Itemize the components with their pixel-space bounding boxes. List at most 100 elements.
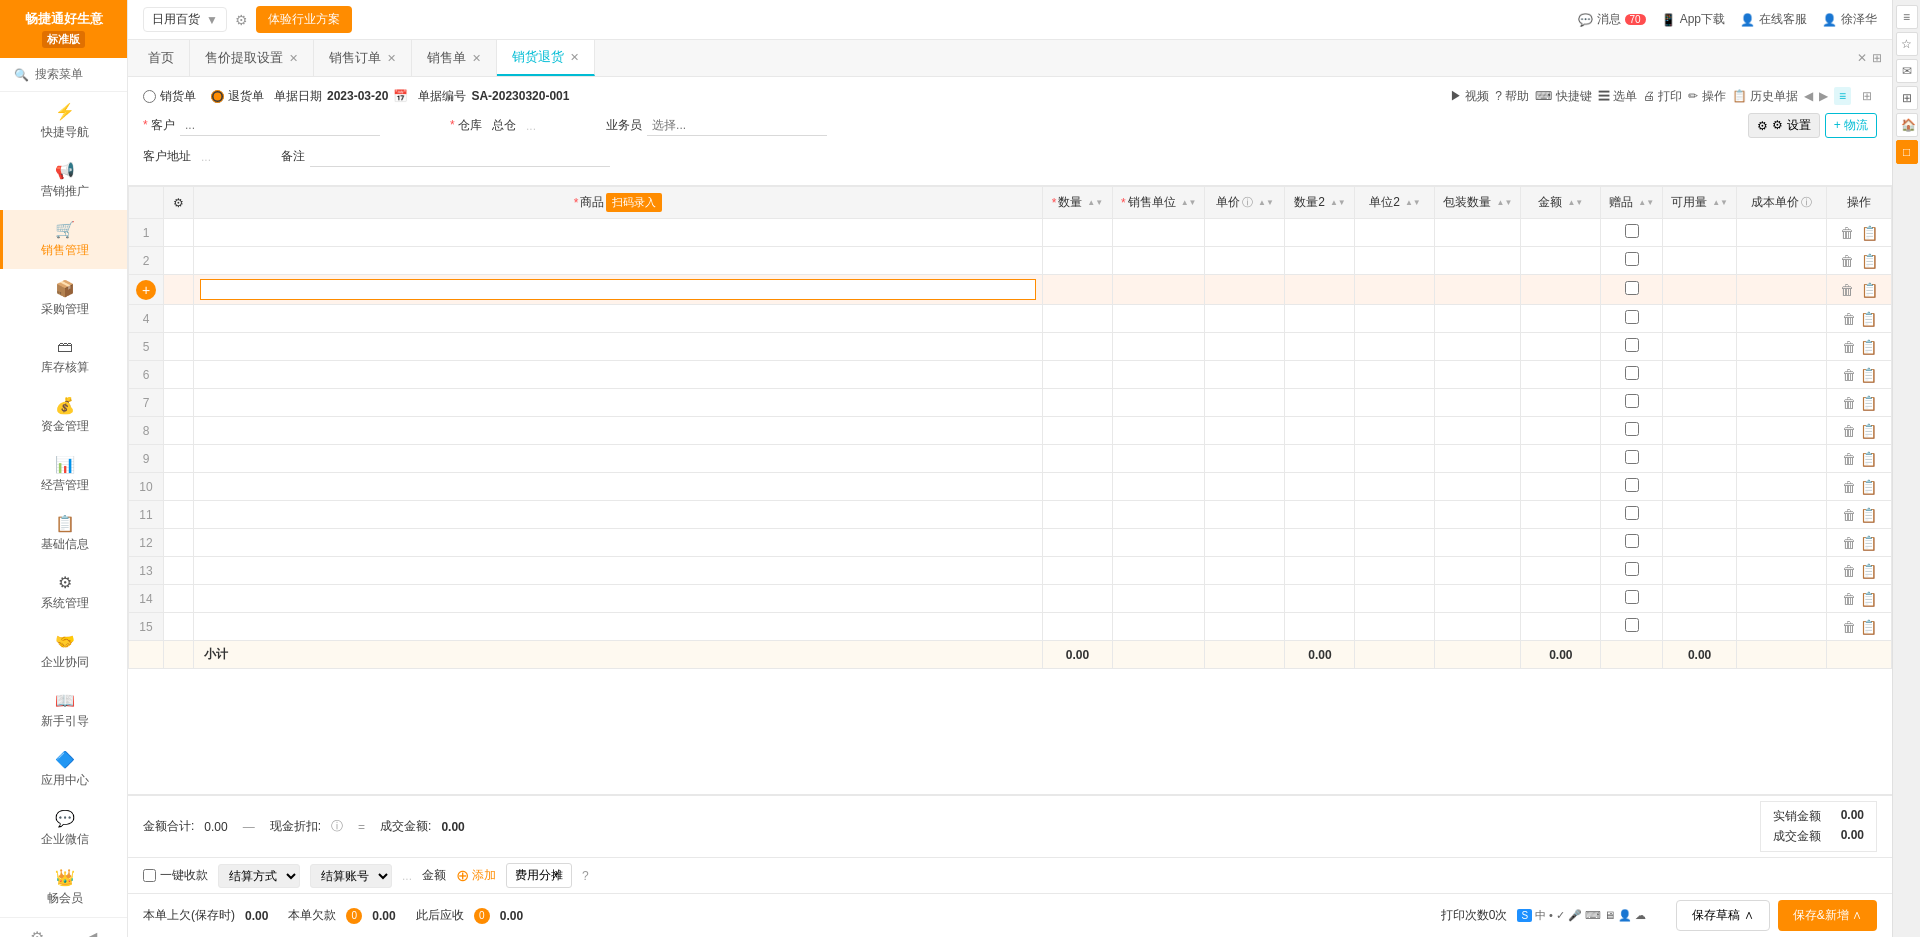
view-grid-icon[interactable]: ⊞ [1857, 87, 1877, 105]
unit2-sort[interactable]: ▲▼ [1405, 198, 1421, 207]
delete-icon[interactable]: 🗑 [1842, 591, 1856, 607]
delete-icon[interactable]: 🗑 [1840, 253, 1854, 269]
user-info[interactable]: 👤 徐泽华 [1822, 11, 1877, 28]
save-new-btn[interactable]: 保存&新增 ∧ [1778, 900, 1877, 931]
row-cost[interactable] [1737, 219, 1827, 247]
delete-icon[interactable]: 🗑 [1842, 367, 1856, 383]
help-toolbar-btn[interactable]: ? 帮助 [1495, 88, 1529, 105]
sidebar-item-system[interactable]: ⚙ 系统管理 [0, 563, 127, 622]
row-pack-qty[interactable] [1435, 275, 1521, 305]
discount-info-icon[interactable]: ⓘ [331, 818, 343, 835]
search-menu-item[interactable]: 🔍 搜索菜单 [0, 58, 127, 92]
right-panel-btn-4[interactable]: ⊞ [1896, 86, 1918, 110]
scan-input-btn[interactable]: 扫码录入 [606, 193, 662, 212]
tab-sales-order-close[interactable]: ✕ [387, 52, 396, 65]
copy-icon[interactable]: 📋 [1860, 535, 1877, 551]
copy-icon[interactable]: 📋 [1860, 367, 1877, 383]
row-qty2[interactable] [1285, 275, 1355, 305]
row-price[interactable] [1205, 275, 1285, 305]
right-panel-btn-1[interactable]: ≡ [1896, 5, 1918, 29]
header-settings-icon[interactable]: ⚙ [235, 12, 248, 28]
category-dropdown[interactable]: 日用百货 ▼ [143, 7, 227, 32]
sidebar-item-enterprise[interactable]: 🤝 企业协同 [0, 622, 127, 681]
right-panel-btn-2[interactable]: ☆ [1896, 32, 1918, 56]
remarks-input[interactable] [310, 146, 610, 167]
row-unit2[interactable] [1355, 275, 1435, 305]
row-price[interactable] [1205, 219, 1285, 247]
right-panel-btn-5[interactable]: 🏠 [1896, 113, 1918, 137]
row-unit2[interactable] [1355, 247, 1435, 275]
copy-icon[interactable]: 📋 [1860, 311, 1877, 327]
row-product-active[interactable] [194, 275, 1043, 305]
tab-sales-slip[interactable]: 销售单 ✕ [412, 40, 497, 76]
row-amount[interactable] [1521, 247, 1601, 275]
row-qty[interactable] [1042, 247, 1112, 275]
product-input-active[interactable] [200, 279, 1036, 300]
one-click-payment-checkbox[interactable] [143, 869, 156, 882]
delete-icon[interactable]: 🗑 [1842, 619, 1856, 635]
table-container[interactable]: ⚙ * 商品 扫码录入 [128, 186, 1892, 794]
shortcuts-toolbar-btn[interactable]: ⌨ 快捷键 [1535, 88, 1591, 105]
row-unit2[interactable] [1355, 219, 1435, 247]
video-toolbar-btn[interactable]: ▶ 视频 [1450, 88, 1489, 105]
copy-icon[interactable]: 📋 [1860, 591, 1877, 607]
sidebar-item-guide[interactable]: 📖 新手引导 [0, 681, 127, 740]
view-list-icon[interactable]: ≡ [1834, 87, 1851, 105]
sidebar-item-basic-info[interactable]: 📋 基础信息 [0, 504, 127, 563]
row-sales-unit[interactable] [1112, 247, 1205, 275]
tab-sales-order[interactable]: 销售订单 ✕ [314, 40, 412, 76]
row-amount[interactable] [1521, 275, 1601, 305]
sidebar-item-inventory[interactable]: 🗃 库存核算 [0, 328, 127, 386]
row-qty[interactable] [1042, 219, 1112, 247]
expense-split-btn[interactable]: 费用分摊 [506, 863, 572, 888]
expense-question-icon[interactable]: ? [582, 869, 589, 883]
warehouse-selector[interactable]: ... [526, 119, 536, 133]
copy-icon[interactable]: 📋 [1860, 451, 1877, 467]
row-gift[interactable] [1601, 219, 1663, 247]
salesman-input[interactable] [647, 115, 827, 136]
delete-icon[interactable]: 🗑 [1842, 395, 1856, 411]
delete-icon[interactable]: 🗑 [1842, 339, 1856, 355]
copy-icon[interactable]: 📋 [1860, 563, 1877, 579]
row-pack-qty[interactable] [1435, 219, 1521, 247]
radio-sales-slip[interactable]: 销货单 [143, 88, 196, 105]
history-toolbar-btn[interactable]: 📋 历史单据 [1732, 88, 1798, 105]
app-download-item[interactable]: 📱 App下载 [1661, 11, 1725, 28]
gift-sort[interactable]: ▲▼ [1638, 198, 1654, 207]
copy-icon[interactable]: 📋 [1860, 423, 1877, 439]
delete-icon[interactable]: 🗑 [1842, 451, 1856, 467]
add-row-button[interactable]: + [136, 280, 156, 300]
row-amount[interactable] [1521, 219, 1601, 247]
sidebar-item-purchase[interactable]: 📦 采购管理 [0, 269, 127, 328]
tab-close-all[interactable]: ✕ [1857, 51, 1867, 65]
row-price[interactable] [1205, 247, 1285, 275]
sidebar-item-sales[interactable]: 🛒 销售管理 [0, 210, 127, 269]
customer-input[interactable] [180, 115, 380, 136]
row-pack-qty[interactable] [1435, 247, 1521, 275]
row-available[interactable] [1663, 247, 1737, 275]
address-selector[interactable]: ... [201, 150, 211, 164]
tab-sales-return[interactable]: 销货退货 ✕ [497, 40, 595, 76]
row-available[interactable] [1663, 275, 1737, 305]
sidebar-item-wechat[interactable]: 💬 企业微信 [0, 799, 127, 858]
sidebar-item-member[interactable]: 👑 畅会员 [0, 858, 127, 917]
message-item[interactable]: 💬 消息 70 [1578, 11, 1646, 28]
sidebar-item-marketing[interactable]: 📢 营销推广 [0, 151, 127, 210]
copy-icon[interactable]: 📋 [1861, 282, 1878, 298]
row-qty[interactable] [1042, 275, 1112, 305]
unit-sort[interactable]: ▲▼ [1181, 198, 1197, 207]
sidebar-item-operations[interactable]: 📊 经营管理 [0, 445, 127, 504]
pack-sort[interactable]: ▲▼ [1496, 198, 1512, 207]
delete-icon[interactable]: 🗑 [1842, 507, 1856, 523]
copy-icon[interactable]: 📋 [1860, 339, 1877, 355]
tab-sales-return-close[interactable]: ✕ [570, 51, 579, 64]
tab-sales-slip-close[interactable]: ✕ [472, 52, 481, 65]
delete-icon[interactable]: 🗑 [1840, 225, 1854, 241]
row-gift[interactable] [1601, 247, 1663, 275]
row-product[interactable] [194, 247, 1043, 275]
qty2-sort[interactable]: ▲▼ [1330, 198, 1346, 207]
collapse-icon[interactable]: ◀ [85, 928, 97, 937]
copy-icon[interactable]: 📋 [1861, 253, 1878, 269]
sidebar-item-finance[interactable]: 💰 资金管理 [0, 386, 127, 445]
delete-icon[interactable]: 🗑 [1842, 479, 1856, 495]
